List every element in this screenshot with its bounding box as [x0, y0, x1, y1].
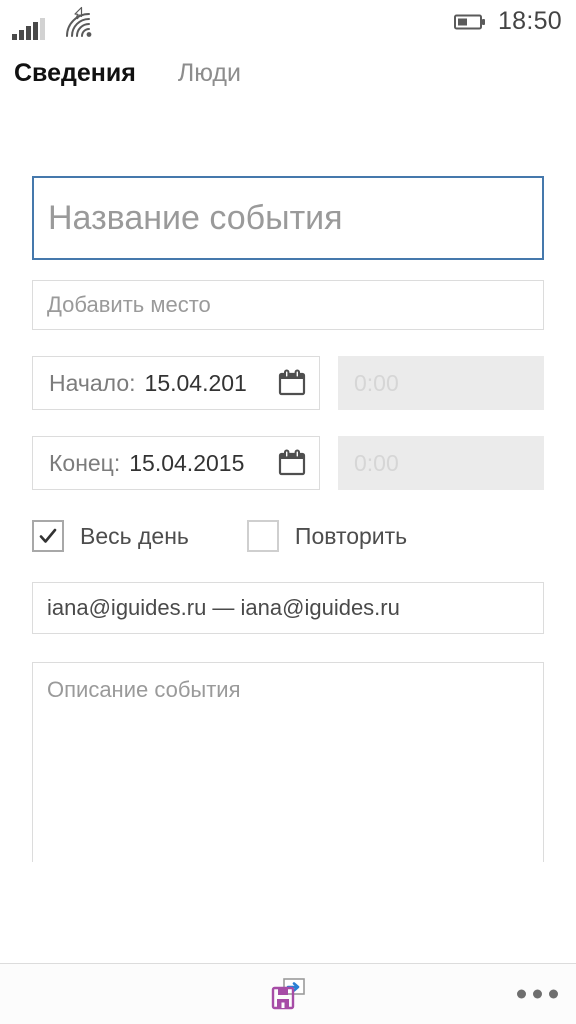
tab-bar: Сведения Люди [14, 58, 241, 88]
event-title-input[interactable]: Название события [32, 176, 544, 260]
end-date-value: 15.04.2015 [129, 449, 245, 476]
end-datetime-row: Конец: 15.04.2015 0:00 [32, 436, 544, 490]
start-datetime-row: Начало: 15.04.201 0:00 [32, 356, 544, 410]
status-bar-clock: 18:50 [497, 7, 562, 35]
end-date-label: Конец: [49, 449, 121, 476]
status-bar: 18:50 [0, 0, 576, 48]
more-options-icon[interactable] [517, 989, 558, 999]
event-details-screen: 18:50 Сведения Люди Название события Доб… [0, 0, 576, 1024]
repeat-label: Повторить [294, 522, 408, 549]
event-form: Название события Добавить место Начало: … [0, 176, 576, 862]
event-description-input[interactable]: Описание события [32, 662, 544, 862]
start-date-value: 15.04.201 [144, 369, 247, 396]
end-time-value: 0:00 [354, 449, 399, 476]
options-row: Весь день Повторить [32, 520, 544, 552]
tab-people[interactable]: Люди [178, 58, 241, 88]
battery-icon [453, 14, 485, 29]
event-description-placeholder: Описание события [47, 677, 241, 702]
event-location-input[interactable]: Добавить место [32, 280, 544, 330]
event-location-placeholder: Добавить место [47, 292, 211, 317]
start-date-label: Начало: [49, 369, 136, 396]
account-field[interactable]: iana@iguides.ru — iana@iguides.ru [32, 582, 544, 634]
calendar-icon [278, 369, 306, 396]
start-time-input[interactable]: 0:00 [338, 356, 544, 410]
bottom-app-bar [0, 963, 576, 1024]
all-day-label: Весь день [80, 522, 189, 549]
cellular-signal-icon [12, 18, 45, 40]
save-icon [271, 978, 305, 1010]
account-value: iana@iguides.ru — iana@iguides.ru [47, 595, 400, 620]
repeat-option[interactable]: Повторить [246, 520, 408, 552]
tab-details[interactable]: Сведения [14, 58, 136, 88]
status-bar-right: 18:50 [453, 7, 562, 35]
start-time-value: 0:00 [354, 369, 399, 396]
all-day-checkbox[interactable] [32, 520, 64, 552]
end-date-input[interactable]: Конец: 15.04.2015 [32, 436, 320, 490]
end-time-input[interactable]: 0:00 [338, 436, 544, 490]
calendar-icon [278, 449, 306, 476]
cursor-arrow-icon [74, 6, 83, 20]
wifi-icon-wrapper [63, 6, 97, 40]
status-bar-left [12, 6, 97, 40]
checkmark-icon [39, 528, 57, 543]
repeat-checkbox[interactable] [246, 520, 279, 552]
save-button[interactable] [264, 970, 312, 1018]
event-title-placeholder: Название события [48, 198, 343, 237]
all-day-option[interactable]: Весь день [32, 520, 189, 552]
start-date-input[interactable]: Начало: 15.04.201 [32, 356, 320, 410]
